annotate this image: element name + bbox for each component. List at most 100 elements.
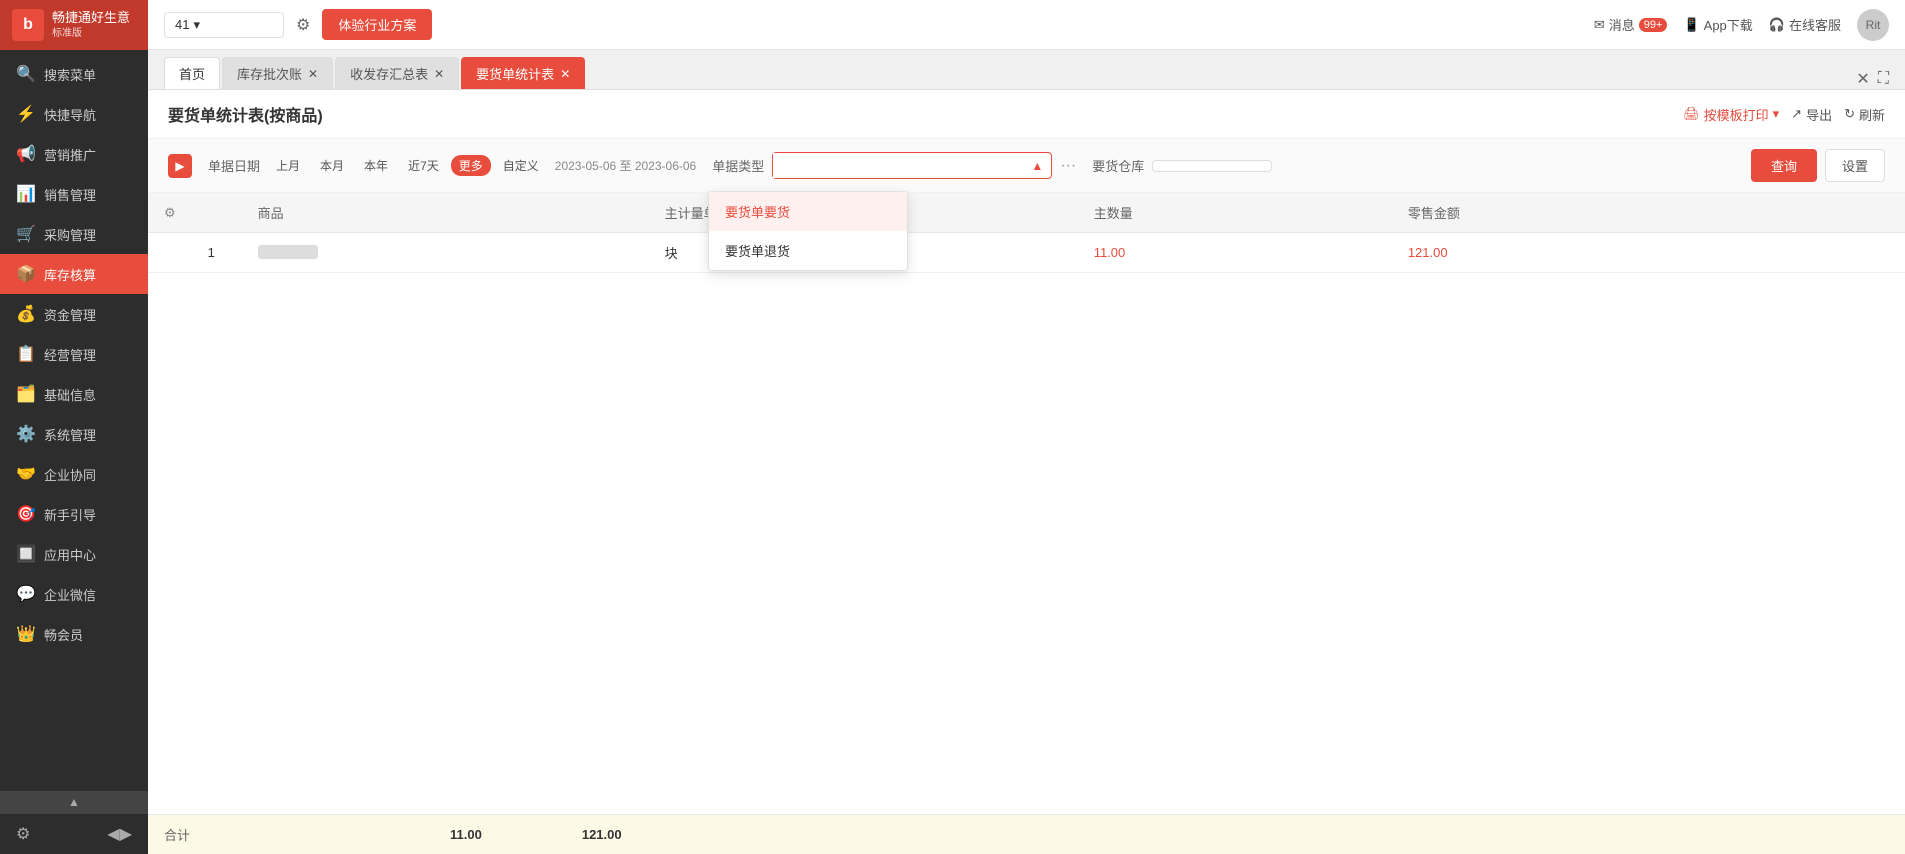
last-month-btn[interactable]: 上月 [268, 154, 308, 177]
table-wrap: ⚙ 商品 主计量单位 主数量 零售金额 1 [148, 193, 1905, 814]
filter-dots-btn[interactable]: ··· [1060, 157, 1076, 175]
more-date-btn[interactable]: 更多 [451, 155, 491, 176]
col-index [192, 193, 242, 233]
warehouse-input[interactable] [1152, 160, 1272, 172]
gear-icon: ⚙️ [16, 424, 36, 444]
tab-close-inventory-batch[interactable]: ✕ [308, 67, 318, 81]
tabs-actions: ✕ ⛶ [1856, 69, 1889, 89]
online-service-btn[interactable]: 🎧 在线客服 [1769, 15, 1841, 34]
refresh-icon: ↻ [1844, 106, 1855, 122]
sidebar-item-operation[interactable]: 📋 经营管理 [0, 334, 148, 374]
doc-type-input-wrap: ▲ [772, 152, 1052, 179]
custom-date-btn[interactable]: 自定义 [495, 154, 547, 177]
sidebar-scroll-up[interactable]: ▲ [0, 791, 148, 813]
sidebar-header: b 畅捷通好生意 标准版 [0, 0, 148, 50]
lightning-icon: ⚡ [16, 104, 36, 124]
sidebar-item-member[interactable]: 👑 畅会员 [0, 614, 148, 654]
collapse-btn[interactable]: ◀▶ [107, 824, 132, 844]
headphone-icon: 🎧 [1769, 17, 1785, 33]
tab-home[interactable]: 首页 [164, 57, 220, 89]
sidebar-item-wechat[interactable]: 💬 企业微信 [0, 574, 148, 614]
messages-btn[interactable]: ✉ 消息 99+ [1594, 15, 1668, 34]
wechat-icon: 💬 [16, 584, 36, 604]
sidebar-item-sales[interactable]: 📊 销售管理 [0, 174, 148, 214]
tab-close-recv-summary[interactable]: ✕ [434, 67, 444, 81]
filter-expand-btn[interactable]: ▶ [168, 154, 192, 178]
store-selector[interactable]: 41 ▾ [164, 12, 284, 38]
print-btn[interactable]: 🖨 按模板打印 ▾ [1683, 105, 1779, 124]
sidebar-item-newbie[interactable]: 🎯 新手引导 [0, 494, 148, 534]
col-amount: 零售金额 [1392, 193, 1764, 233]
printer-icon: 🖨 [1683, 106, 1700, 122]
sidebar-item-inventory[interactable]: 📦 库存核算 [0, 254, 148, 294]
settings-footer-btn[interactable]: ⚙ [16, 824, 30, 844]
sidebar-nav: 🔍 搜索菜单 ⚡ 快捷导航 📢 营销推广 📊 销售管理 🛒 采购管理 📦 库存核… [0, 50, 148, 791]
warehouse-filter-group: 要货仓库 [1092, 156, 1272, 175]
sidebar-item-apps[interactable]: 🔲 应用中心 [0, 534, 148, 574]
sidebar-item-search[interactable]: 🔍 搜索菜单 [0, 54, 148, 94]
handshake-icon: 🤝 [16, 464, 36, 484]
refresh-btn[interactable]: ↻ 刷新 [1844, 105, 1885, 124]
table-row: 1 块 11.00 121.00 [148, 233, 1905, 273]
money-icon: 💰 [16, 304, 36, 324]
doc-type-dropdown: 要货单要货 要货单退货 [708, 191, 908, 271]
page-content: 要货单统计表(按商品) 🖨 按模板打印 ▾ ↗ 导出 ↻ 刷新 ▶ [148, 90, 1905, 854]
user-avatar[interactable]: Rit [1857, 9, 1889, 41]
query-btn[interactable]: 查询 [1751, 149, 1817, 182]
total-label: 合计 [164, 825, 190, 844]
col-settings[interactable]: ⚙ [148, 193, 192, 233]
doc-type-filter-group: 单据类型 ▲ ··· [712, 152, 1076, 179]
goods-blurred [258, 245, 318, 259]
sidebar-footer: ⚙ ◀▶ [0, 813, 148, 854]
sidebar-item-finance[interactable]: 💰 资金管理 [0, 294, 148, 334]
sidebar-item-collab[interactable]: 🤝 企业协同 [0, 454, 148, 494]
topbar: 41 ▾ ⚙ 体验行业方案 ✉ 消息 99+ 📱 App下载 🎧 在线客服 Ri… [148, 0, 1905, 50]
date-range-text: 2023-05-06 至 2023-06-06 [555, 157, 696, 174]
expand-tab-btn[interactable]: ⛶ [1878, 70, 1889, 88]
folder-icon: 🗂️ [16, 384, 36, 404]
col-qty: 主数量 [1078, 193, 1392, 233]
this-year-btn[interactable]: 本年 [356, 154, 396, 177]
search-icon: 🔍 [16, 64, 36, 84]
megaphone-icon: 📢 [16, 144, 36, 164]
sidebar-item-quicknav[interactable]: ⚡ 快捷导航 [0, 94, 148, 134]
col-goods: 商品 [242, 193, 649, 233]
tab-inventory-batch[interactable]: 库存批次账 ✕ [222, 57, 333, 89]
sidebar-item-purchase[interactable]: 🛒 采购管理 [0, 214, 148, 254]
sidebar-item-marketing[interactable]: 📢 营销推广 [0, 134, 148, 174]
trial-button[interactable]: 体验行业方案 [322, 9, 432, 40]
target-icon: 🎯 [16, 504, 36, 524]
sidebar-item-system[interactable]: ⚙️ 系统管理 [0, 414, 148, 454]
topbar-right: ✉ 消息 99+ 📱 App下载 🎧 在线客服 Rit [1594, 9, 1889, 41]
page-header: 要货单统计表(按商品) 🖨 按模板打印 ▾ ↗ 导出 ↻ 刷新 [148, 90, 1905, 139]
app-logo: b [12, 9, 44, 41]
setup-btn[interactable]: 设置 [1825, 149, 1885, 182]
date-filter-group: 单据日期 上月 本月 本年 近7天 更多 自定义 2023-05-06 至 20… [208, 154, 696, 177]
chevron-down-icon: ▾ [193, 17, 200, 33]
dropdown-item-order-goods[interactable]: 要货单要货 [709, 192, 907, 231]
dropdown-item-order-return[interactable]: 要货单退货 [709, 231, 907, 270]
row-index-cell: 1 [192, 233, 242, 273]
app-title: 畅捷通好生意 标准版 [52, 10, 130, 40]
doc-type-chevron-btn[interactable]: ▲ [1023, 159, 1051, 173]
close-all-tabs-btn[interactable]: ✕ [1856, 69, 1869, 89]
export-icon: ↗ [1791, 106, 1802, 122]
this-month-btn[interactable]: 本月 [312, 154, 352, 177]
date-range-btns: 上月 本月 本年 近7天 更多 自定义 [268, 154, 547, 177]
topbar-settings-btn[interactable]: ⚙ [296, 15, 310, 35]
tab-close-order-stats[interactable]: ✕ [560, 67, 570, 81]
tab-recv-summary[interactable]: 收发存汇总表 ✕ [335, 57, 459, 89]
filter-bar: ▶ 单据日期 上月 本月 本年 近7天 更多 自定义 2023-05-06 至 … [148, 139, 1905, 193]
doc-type-input[interactable] [773, 153, 1023, 178]
page-title: 要货单统计表(按商品) [168, 102, 323, 126]
total-qty: 11.00 [450, 827, 482, 842]
chevron-down-icon: ▾ [1773, 106, 1780, 122]
warehouse-label: 要货仓库 [1092, 156, 1144, 175]
last7-btn[interactable]: 近7天 [400, 154, 447, 177]
tab-order-stats[interactable]: 要货单统计表 ✕ [461, 57, 585, 89]
row-qty-cell: 11.00 [1078, 233, 1392, 273]
sidebar-item-basic[interactable]: 🗂️ 基础信息 [0, 374, 148, 414]
app-download-btn[interactable]: 📱 App下载 [1683, 15, 1752, 34]
export-btn[interactable]: ↗ 导出 [1791, 105, 1832, 124]
tabs-bar: 首页 库存批次账 ✕ 收发存汇总表 ✕ 要货单统计表 ✕ ✕ ⛶ [148, 50, 1905, 90]
